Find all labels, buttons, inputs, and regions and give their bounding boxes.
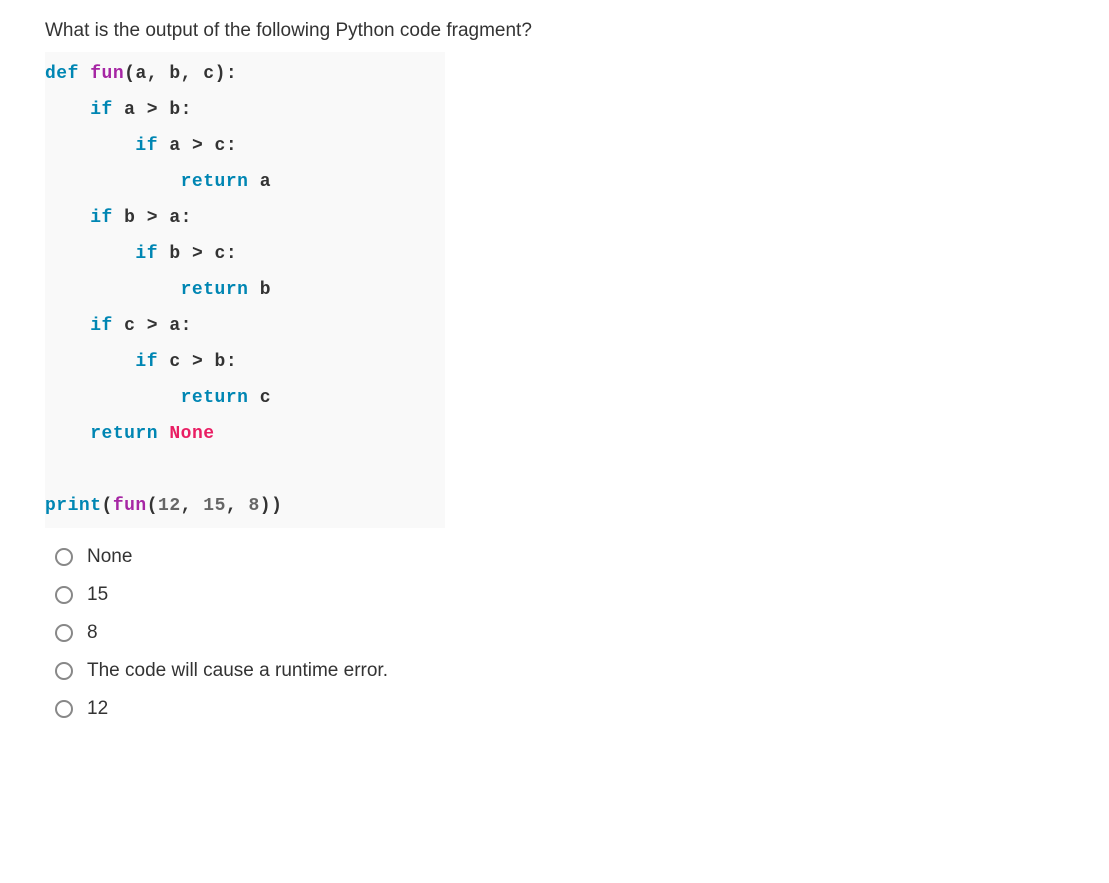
answer-label: None — [87, 546, 132, 568]
answer-label: 8 — [87, 622, 98, 644]
radio-icon — [55, 548, 73, 566]
answer-option-error[interactable]: The code will cause a runtime error. — [55, 660, 1064, 682]
code-line-6: if b > c: — [45, 236, 445, 272]
answer-label: The code will cause a runtime error. — [87, 660, 388, 682]
question-text: What is the output of the following Pyth… — [45, 20, 1064, 42]
answer-option-8[interactable]: 8 — [55, 622, 1064, 644]
code-line-9: if c > b: — [45, 344, 445, 380]
radio-icon — [55, 624, 73, 642]
code-line-2: if a > b: — [45, 92, 445, 128]
code-block: def fun(a, b, c): if a > b: if a > c: re… — [45, 52, 445, 528]
code-line-12: print(fun(12, 15, 8)) — [45, 488, 445, 524]
radio-icon — [55, 586, 73, 604]
code-line-11: return None — [45, 416, 445, 452]
answer-option-12[interactable]: 12 — [55, 698, 1064, 720]
answer-label: 12 — [87, 698, 108, 720]
code-line-7: return b — [45, 272, 445, 308]
radio-icon — [55, 700, 73, 718]
code-line-3: if a > c: — [45, 128, 445, 164]
radio-icon — [55, 662, 73, 680]
answer-option-none[interactable]: None — [55, 546, 1064, 568]
answer-option-15[interactable]: 15 — [55, 584, 1064, 606]
answers-group: None 15 8 The code will cause a runtime … — [45, 546, 1064, 720]
code-blank-line — [45, 452, 445, 488]
code-line-5: if b > a: — [45, 200, 445, 236]
code-line-4: return a — [45, 164, 445, 200]
code-line-10: return c — [45, 380, 445, 416]
answer-label: 15 — [87, 584, 108, 606]
code-line-1: def fun(a, b, c): — [45, 56, 445, 92]
code-line-8: if c > a: — [45, 308, 445, 344]
